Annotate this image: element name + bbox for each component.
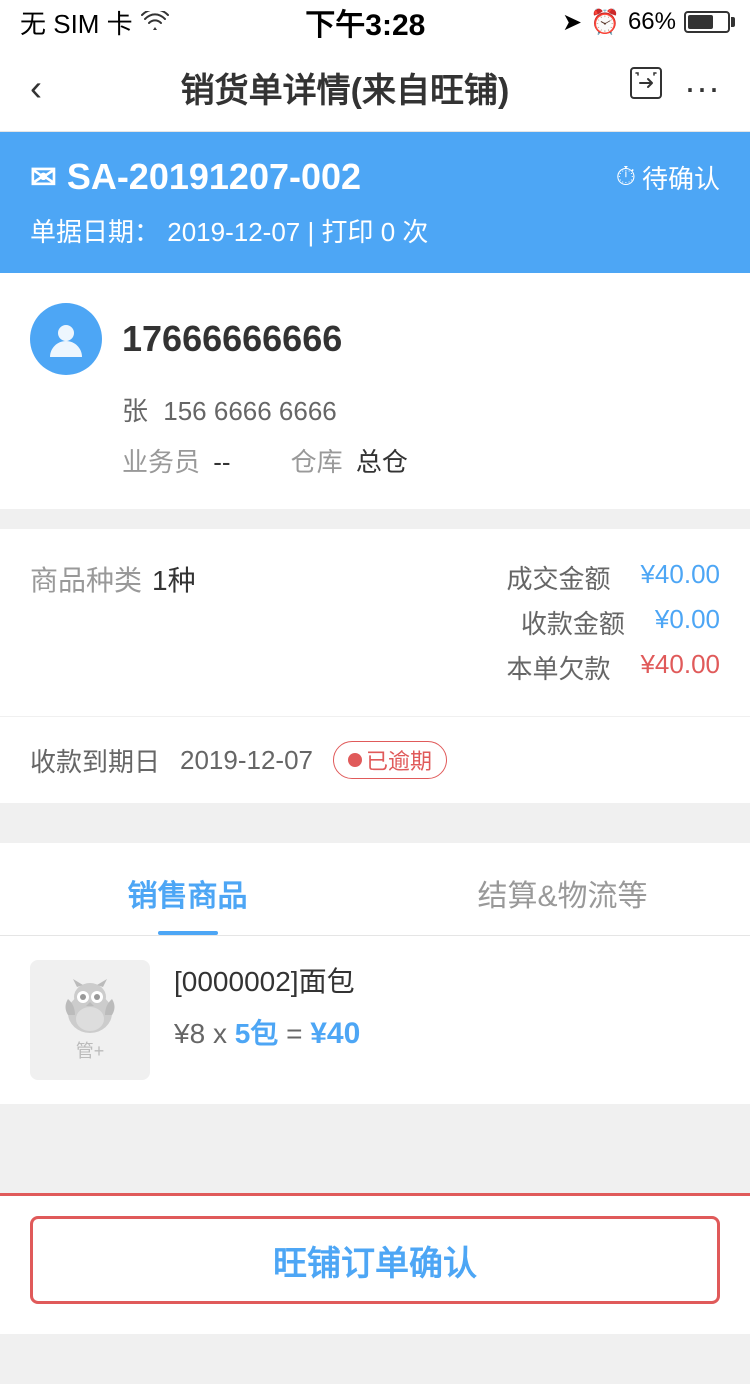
- customer-name: 张: [122, 396, 148, 426]
- order-status: ⏱ 待确认: [616, 159, 720, 196]
- owing-value: ¥40.00: [640, 649, 720, 686]
- carrier-label: 无 SIM 卡: [20, 4, 133, 41]
- received-label: 收款金额: [521, 604, 625, 641]
- summary-section: 商品种类 1种 成交金额 ¥40.00 收款金额 ¥0.00 本单欠款 ¥40.…: [0, 529, 750, 716]
- nav-actions: ···: [600, 65, 720, 110]
- back-button[interactable]: ‹: [30, 67, 90, 109]
- order-id: ✉ SA-20191207-002: [30, 156, 361, 198]
- customer-tel: 156 6666 6666: [163, 396, 337, 426]
- overdue-dot: [348, 753, 362, 767]
- product-info: [0000002]面包 ¥8 x 5包 = ¥40: [174, 960, 720, 1052]
- product-qty: 5包: [235, 1018, 279, 1049]
- customer-details: 张 156 6666 6666 业务员 -- 仓库 总仓: [122, 391, 720, 479]
- status-right: ➤ ⏰ 66%: [562, 8, 730, 37]
- location-icon: ➤: [562, 8, 582, 37]
- divider-1: [0, 509, 750, 529]
- product-total: ¥40: [310, 1017, 360, 1050]
- battery-icon: [684, 11, 730, 33]
- due-date-label: 收款到期日: [30, 742, 160, 779]
- page-title: 销货单详情(来自旺铺): [90, 63, 600, 112]
- share-icon[interactable]: [628, 65, 664, 110]
- status-clock-icon: ⏱: [616, 161, 636, 193]
- status-left: 无 SIM 卡: [20, 4, 169, 41]
- owing-label: 本单欠款: [506, 649, 610, 686]
- status-time: 下午3:28: [305, 0, 425, 44]
- tab-settlement-logistics[interactable]: 结算&物流等: [375, 843, 750, 935]
- avatar: [30, 303, 102, 375]
- amounts: 成交金额 ¥40.00 收款金额 ¥0.00 本单欠款 ¥40.00: [506, 559, 720, 686]
- customer-phone: 17666666666: [122, 318, 342, 360]
- product-type-label: 商品种类: [30, 559, 142, 599]
- overdue-badge: 已逾期: [333, 741, 447, 779]
- more-icon[interactable]: ···: [684, 67, 720, 109]
- tabs-row: 销售商品 结算&物流等: [0, 843, 750, 936]
- product-item: 管+ [0000002]面包 ¥8 x 5包 = ¥40: [30, 960, 720, 1080]
- product-type-value: 1种: [152, 559, 196, 599]
- product-thumbnail: 管+: [30, 960, 150, 1080]
- warehouse-value: 总仓: [356, 447, 408, 477]
- confirm-button-container: 旺铺订单确认: [0, 1193, 750, 1334]
- amount-label: 成交金额: [506, 559, 610, 596]
- overdue-label: 已逾期: [366, 744, 432, 776]
- nav-bar: ‹ 销货单详情(来自旺铺) ···: [0, 44, 750, 132]
- order-date-row: 单据日期： 2019-12-07 | 打印 0 次: [30, 212, 720, 249]
- battery-percent: 66%: [628, 8, 676, 36]
- product-price: ¥8 x 5包 = ¥40: [174, 1012, 720, 1052]
- wifi-icon: [141, 7, 169, 38]
- alarm-icon: ⏰: [590, 8, 620, 37]
- salesman-label: 业务员: [122, 447, 200, 477]
- divider-2: [0, 803, 750, 823]
- salesman-value: --: [213, 447, 230, 477]
- amount-value: ¥40.00: [640, 559, 720, 596]
- due-date-value: 2019-12-07: [180, 745, 313, 776]
- tabs-section: 销售商品 结算&物流等: [0, 843, 750, 936]
- product-name: [0000002]面包: [174, 960, 720, 1000]
- received-value: ¥0.00: [655, 604, 720, 641]
- tab-sales-products[interactable]: 销售商品: [0, 843, 375, 935]
- status-bar: 无 SIM 卡 下午3:28 ➤ ⏰ 66%: [0, 0, 750, 44]
- order-envelope-icon: ✉: [30, 158, 57, 196]
- order-header: ✉ SA-20191207-002 ⏱ 待确认 单据日期： 2019-12-07…: [0, 132, 750, 273]
- customer-section: 17666666666 张 156 6666 6666 业务员 -- 仓库 总仓: [0, 273, 750, 509]
- due-section: 收款到期日 2019-12-07 已逾期: [0, 716, 750, 803]
- warehouse-label: 仓库: [291, 447, 343, 477]
- product-section: 管+ [0000002]面包 ¥8 x 5包 = ¥40: [0, 936, 750, 1104]
- confirm-order-button[interactable]: 旺铺订单确认: [30, 1216, 720, 1304]
